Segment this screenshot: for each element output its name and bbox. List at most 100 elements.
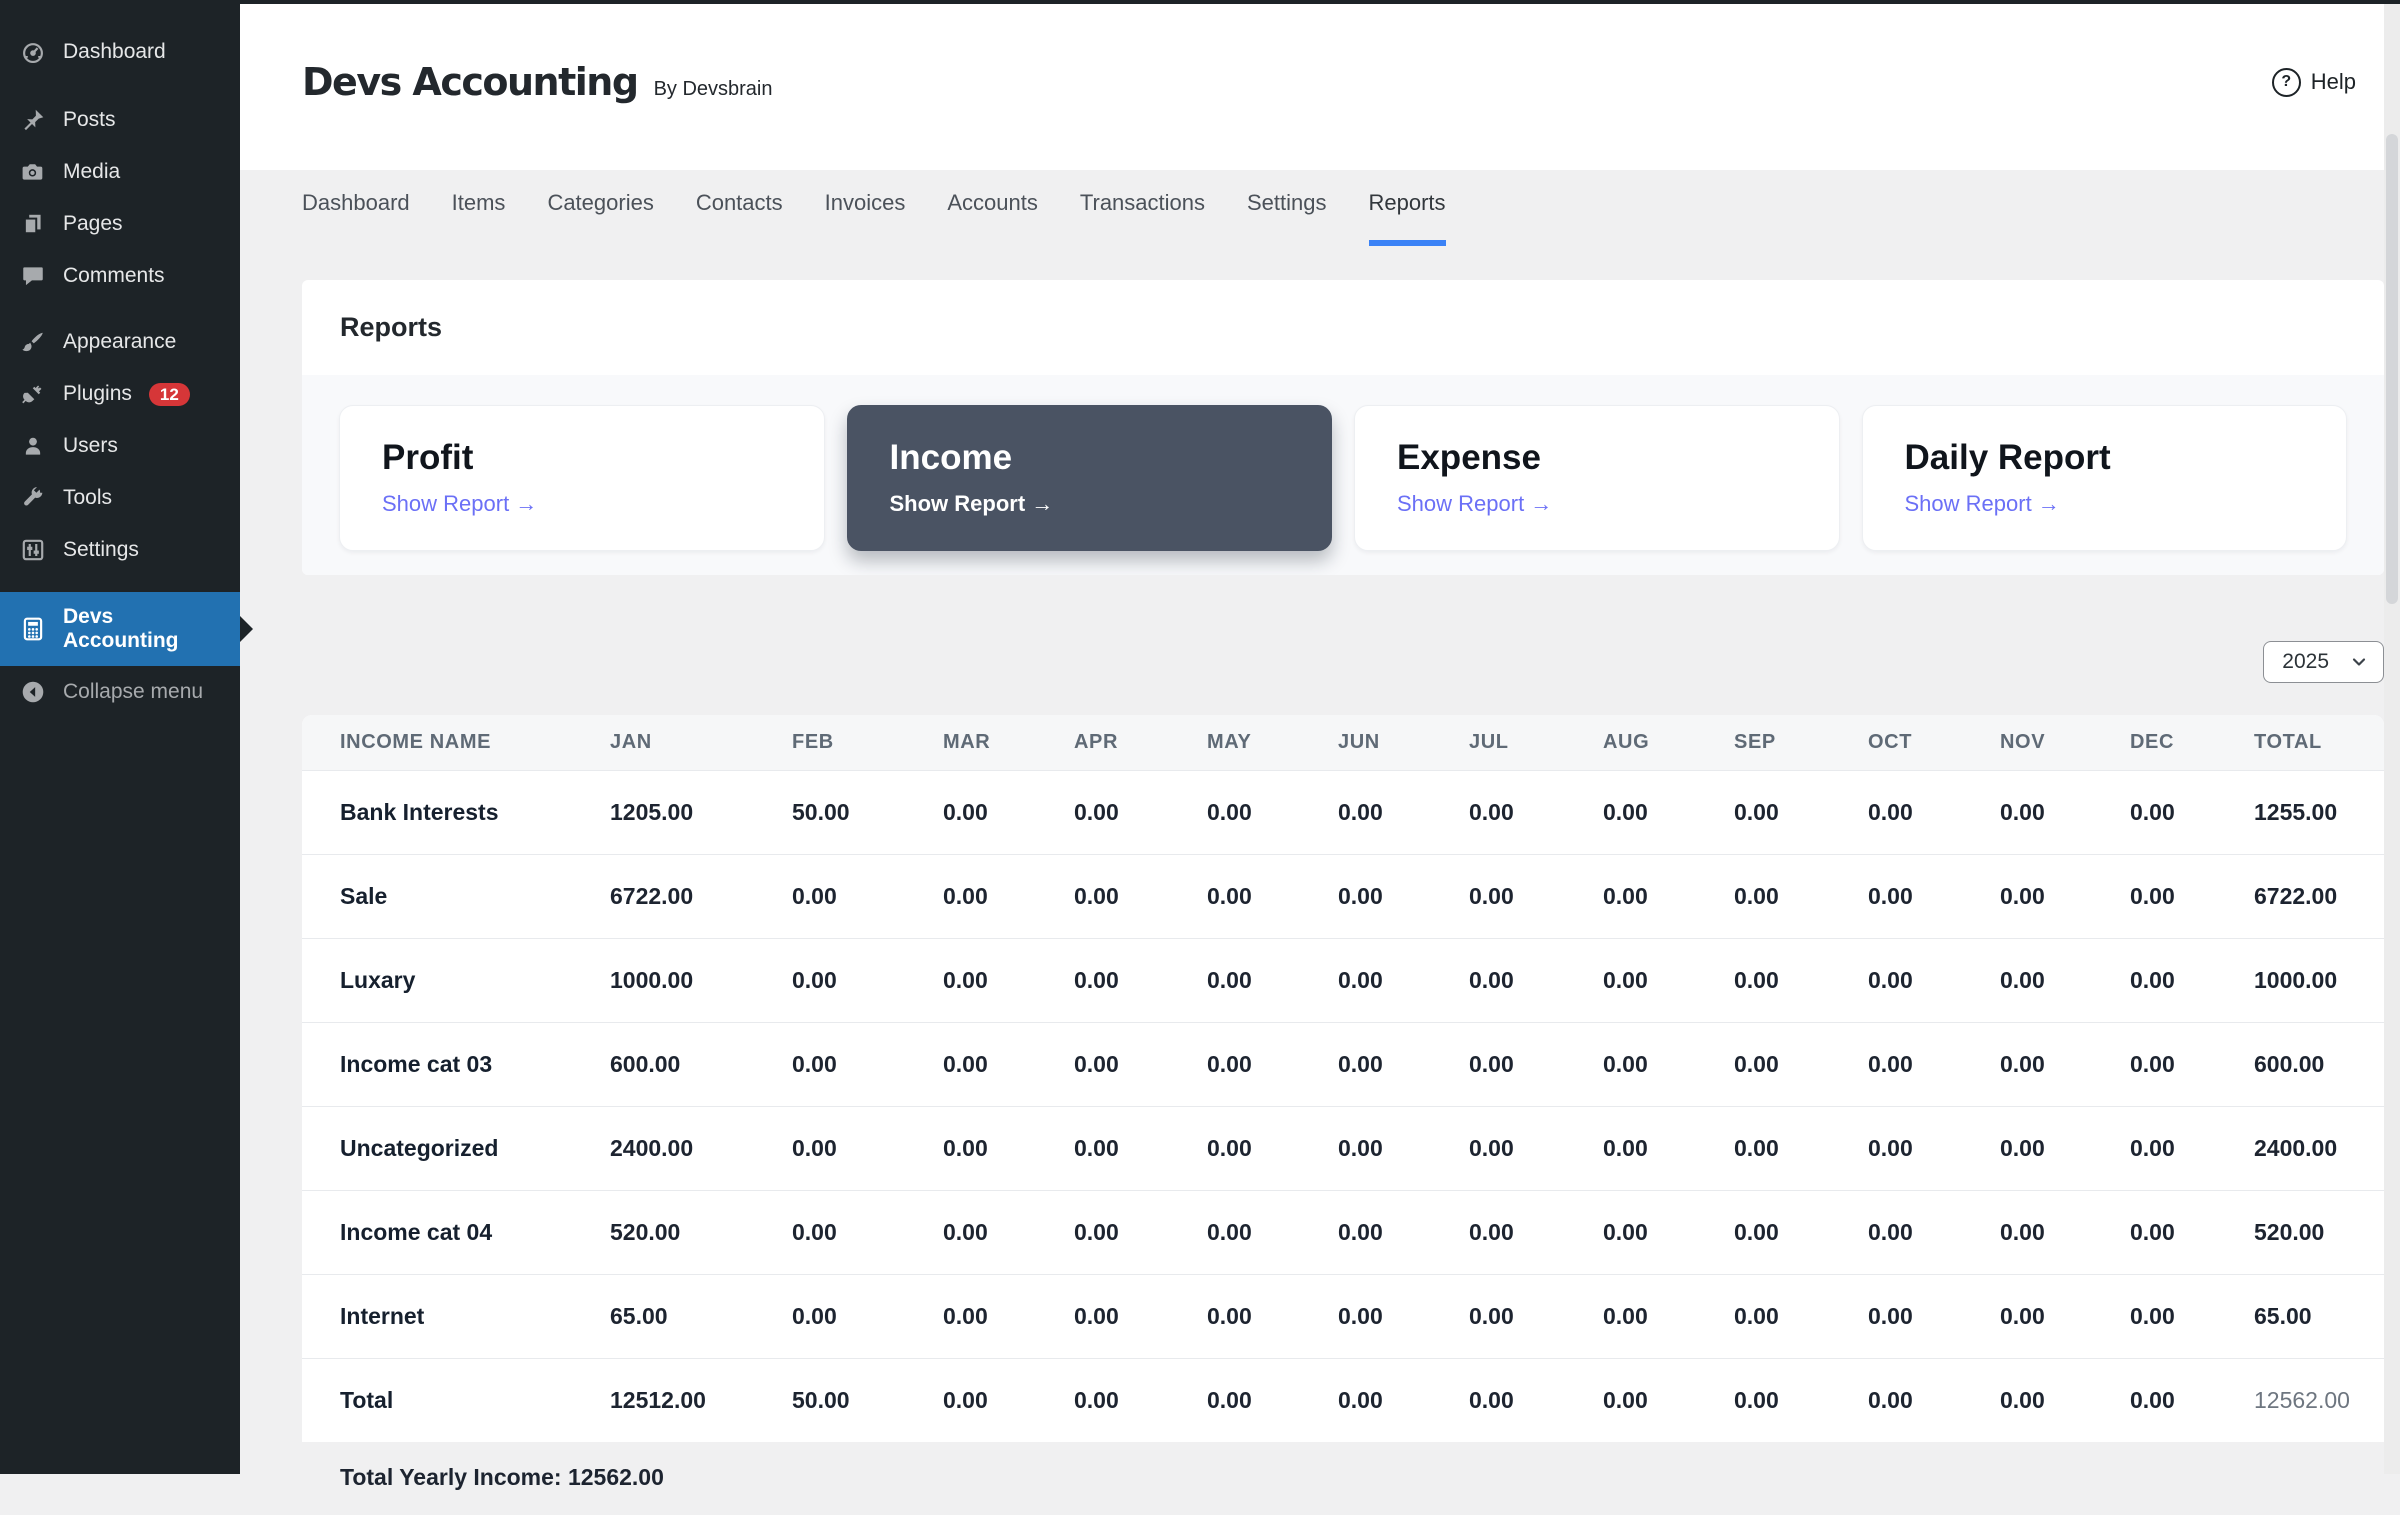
month-value: 0.00 — [1330, 1190, 1461, 1275]
report-card-profit[interactable]: Profit Show Report → — [339, 405, 825, 551]
reports-panel: Reports Profit Show Report → Income Show Re… — [302, 280, 2384, 575]
sidebar-item-comments[interactable]: Comments — [0, 250, 240, 302]
sidebar-item-label: Posts — [63, 108, 116, 131]
help-link[interactable]: ? Help — [2271, 67, 2356, 97]
sidebar-item-appearance[interactable]: Appearance — [0, 316, 240, 368]
sidebar-item-devs-accounting[interactable]: Devs Accounting — [0, 592, 240, 666]
main-content: Devs Accounting By Devsbrain ? Help Dash… — [240, 4, 2384, 1515]
month-value: 0.00 — [935, 1274, 1066, 1359]
column-header-income-name: INCOME NAME — [302, 715, 602, 771]
table-footer: Total Yearly Income: 12562.00 — [302, 1442, 2384, 1515]
row-total: 6722.00 — [2246, 854, 2384, 939]
help-question-icon: ? — [2271, 67, 2301, 97]
month-value: 0.00 — [1066, 1106, 1199, 1191]
row-total: 12562.00 — [2254, 1387, 2350, 1413]
month-value: 0.00 — [1066, 770, 1199, 855]
row-total: 1255.00 — [2246, 770, 2384, 855]
show-report-link[interactable]: Show Report → — [1905, 491, 2060, 516]
income-name: Total — [340, 1387, 394, 1413]
report-card-daily-report[interactable]: Daily Report Show Report → — [1861, 405, 2347, 551]
tab-dashboard[interactable]: Dashboard — [302, 190, 410, 246]
row-total: 520.00 — [2246, 1190, 2384, 1275]
tab-contacts[interactable]: Contacts — [696, 190, 783, 246]
table-row-uncategorized: Uncategorized 2400.00 0.00 0.00 0.00 0.00 0.00… — [302, 1106, 2384, 1191]
tab-accounts[interactable]: Accounts — [947, 190, 1038, 246]
card-title: Daily Report — [1904, 438, 2111, 477]
month-value: 0.00 — [1726, 938, 1860, 1023]
sidebar-menu: Dashboard Posts Media Pages Comments Appearan… — [0, 26, 240, 718]
month-value: 0.00 — [935, 854, 1066, 939]
month-value: 0.00 — [1199, 1106, 1330, 1191]
help-label: Help — [2310, 69, 2356, 94]
page-subtitle: By Devsbrain — [653, 78, 773, 100]
tab-items[interactable]: Items — [452, 190, 506, 246]
month-value: 0.00 — [2000, 1387, 2045, 1413]
month-value: 520.00 — [602, 1190, 784, 1275]
month-value: 0.00 — [1066, 1190, 1199, 1275]
month-value: 0.00 — [1595, 770, 1726, 855]
month-value: 0.00 — [1868, 1387, 1913, 1413]
tab-reports[interactable]: Reports — [1368, 190, 1446, 246]
sidebar-item-media[interactable]: Media — [0, 146, 240, 198]
month-value: 65.00 — [602, 1274, 784, 1359]
month-value: 1000.00 — [602, 938, 784, 1023]
income-report-table: INCOME NAME JAN FEB MAR APR MAY JUN JUL AUG SEP OC… — [302, 715, 2384, 1442]
income-name: Luxary — [302, 938, 602, 1023]
tab-invoices[interactable]: Invoices — [825, 190, 906, 246]
show-report-link[interactable]: Show Report → — [890, 491, 1054, 516]
month-value: 0.00 — [1860, 1274, 1992, 1359]
month-value: 0.00 — [1860, 1106, 1992, 1191]
scrollbar-thumb[interactable] — [2386, 134, 2398, 604]
month-value: 0.00 — [784, 854, 935, 939]
month-value: 0.00 — [1330, 1106, 1461, 1191]
row-total: 65.00 — [2246, 1274, 2384, 1359]
tab-transactions[interactable]: Transactions — [1080, 190, 1205, 246]
sidebar-item-posts[interactable]: Posts — [0, 94, 240, 146]
sidebar-item-dashboard[interactable]: Dashboard — [0, 26, 240, 78]
column-header-oct: OCT — [1860, 715, 1992, 771]
income-name: Income cat 03 — [302, 1022, 602, 1107]
sidebar-item-users[interactable]: Users — [0, 420, 240, 472]
month-value: 0.00 — [943, 1387, 988, 1413]
show-report-link[interactable]: Show Report → — [1397, 491, 1552, 516]
media-icon — [20, 159, 46, 185]
sidebar-item-pages[interactable]: Pages — [0, 198, 240, 250]
month-value: 0.00 — [1595, 1106, 1726, 1191]
month-value: 0.00 — [1066, 1022, 1199, 1107]
month-value: 0.00 — [1726, 770, 1860, 855]
appearance-icon — [20, 329, 46, 355]
sidebar-item-settings[interactable]: Settings — [0, 524, 240, 576]
month-value: 0.00 — [1595, 1190, 1726, 1275]
month-value: 600.00 — [602, 1022, 784, 1107]
month-value: 50.00 — [784, 770, 935, 855]
card-title: Profit — [382, 438, 474, 477]
column-header-feb: FEB — [784, 715, 935, 771]
table-row-sale: Sale 6722.00 0.00 0.00 0.00 0.00 0.00 0.00 0.00 0… — [302, 854, 2384, 939]
report-card-income[interactable]: Income Show Report → — [846, 405, 1332, 551]
row-total: 2400.00 — [2246, 1106, 2384, 1191]
show-report-link[interactable]: Show Report → — [382, 491, 537, 516]
year-row: 2025 — [302, 641, 2384, 683]
tab-settings[interactable]: Settings — [1247, 190, 1327, 246]
sidebar-item-plugins[interactable]: Plugins 12 — [0, 368, 240, 420]
report-card-expense[interactable]: Expense Show Report → — [1354, 405, 1840, 551]
app-header: Devs Accounting By Devsbrain ? Help — [240, 4, 2384, 170]
sidebar-item-tools[interactable]: Tools — [0, 472, 240, 524]
year-select[interactable]: 2025 — [2263, 641, 2384, 683]
sidebar-item-collapse-menu[interactable]: Collapse menu — [0, 666, 240, 718]
column-header-jul: JUL — [1461, 715, 1595, 771]
month-value: 0.00 — [1860, 1022, 1992, 1107]
month-value: 0.00 — [935, 770, 1066, 855]
month-value: 1205.00 — [602, 770, 784, 855]
scrollbar[interactable] — [2384, 4, 2400, 1474]
month-value: 0.00 — [935, 938, 1066, 1023]
row-total: 600.00 — [2246, 1022, 2384, 1107]
card-title: Expense — [1397, 438, 1541, 477]
sidebar-item-label: Devs Accounting — [63, 605, 179, 652]
month-value: 0.00 — [1066, 854, 1199, 939]
tab-categories[interactable]: Categories — [547, 190, 653, 246]
month-value: 0.00 — [1330, 938, 1461, 1023]
month-value: 0.00 — [935, 1022, 1066, 1107]
admin-sidebar: Dashboard Posts Media Pages Comments Appearan… — [0, 0, 240, 1474]
sidebar-item-label: Dashboard — [63, 40, 166, 63]
